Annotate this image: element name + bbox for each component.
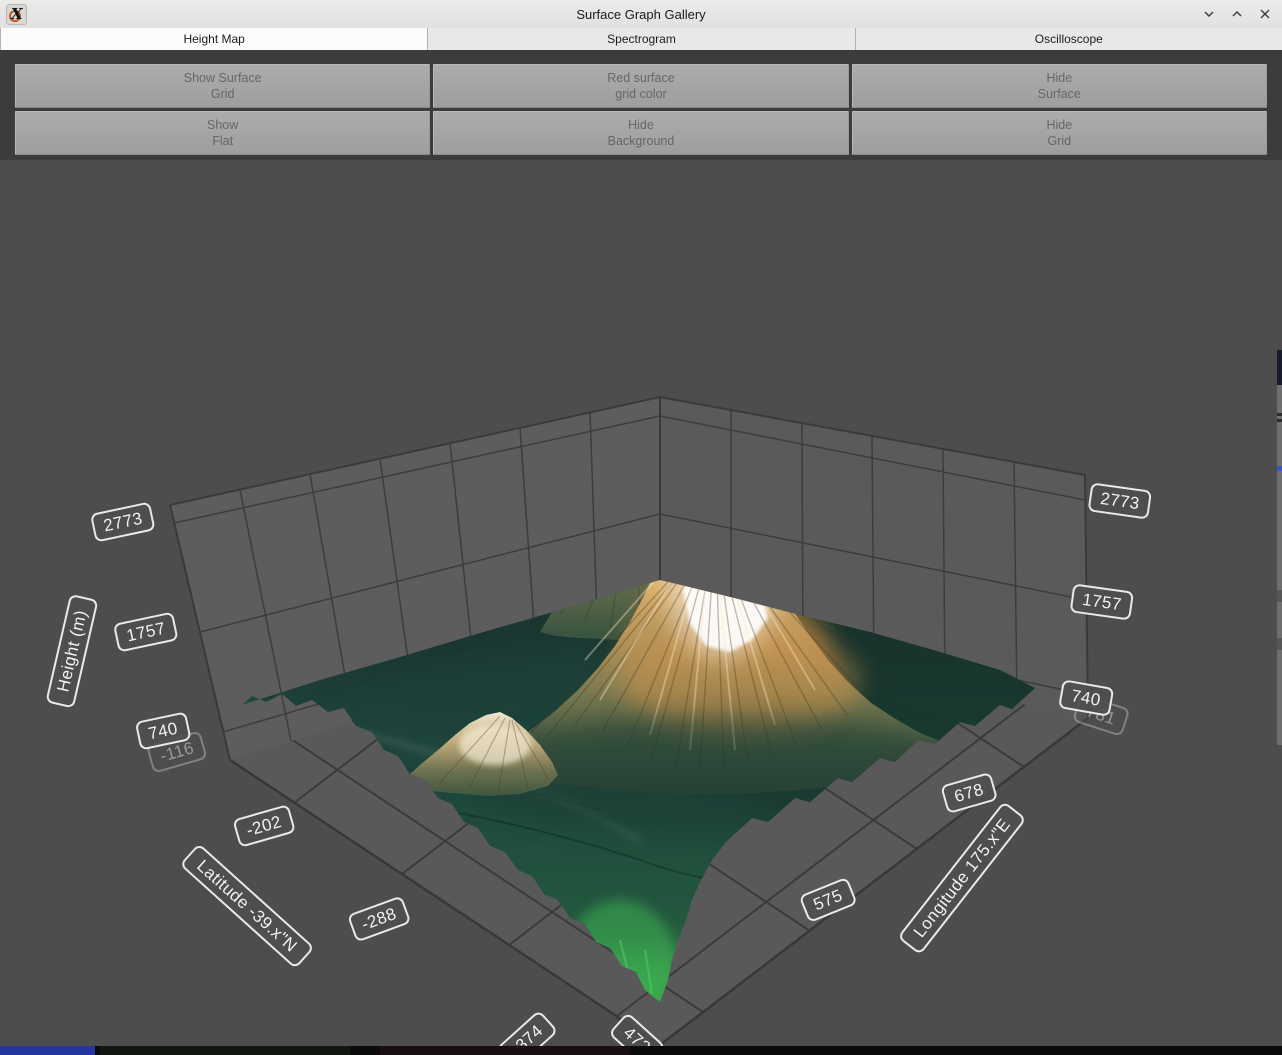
background-window-sliver [1277,350,1282,385]
taskbar-fragment [0,1046,95,1055]
close-button[interactable] [1256,5,1274,23]
background-window-sliver [1277,385,1282,745]
chevron-down-icon [1202,7,1216,21]
show-surface-grid-button[interactable]: Show Surface Grid [15,64,430,108]
tab-height-map[interactable]: Height Map [0,28,428,50]
background-window-sliver [1277,638,1282,650]
window-title: Surface Graph Gallery [0,7,1282,22]
button-label: Show Surface [184,70,262,86]
close-icon [1258,7,1272,21]
show-flat-button[interactable]: Show Flat [15,111,430,155]
hide-background-button[interactable]: Hide Background [433,111,848,155]
button-label: Hide [1046,117,1072,133]
background-window-sliver [1277,466,1282,471]
background-window-sliver [1277,413,1282,416]
button-label: Surface [1038,86,1081,102]
wallpaper-fragment [380,1046,630,1055]
maximize-button[interactable] [1228,5,1246,23]
button-label: Grid [1048,133,1072,149]
button-label: Hide [628,117,654,133]
bottom-screen-edge [0,1046,1282,1055]
wallpaper-fragment [100,1046,350,1055]
button-label: Background [608,133,675,149]
toolbar-row-2: Show Flat Hide Background Hide Grid [15,111,1267,155]
button-label: grid color [615,86,666,102]
chevron-up-icon [1230,7,1244,21]
window-controls [1200,0,1274,28]
surface-plot-view[interactable]: 2773 1757 740 Height (m) -116 -202 -288 … [0,160,1282,1046]
button-label: Grid [211,86,235,102]
tab-oscilloscope[interactable]: Oscilloscope [856,28,1282,50]
button-label: Hide [1046,70,1072,86]
tab-spectrogram[interactable]: Spectrogram [428,28,855,50]
background-window-sliver [1277,419,1282,422]
surface-grid-color-button[interactable]: Red surface grid color [433,64,848,108]
background-window-sliver [1277,590,1282,602]
button-label: Red surface [607,70,674,86]
shade-button[interactable] [1200,5,1218,23]
hide-grid-button[interactable]: Hide Grid [852,111,1267,155]
button-label: Flat [212,133,233,149]
toolbar: Show Surface Grid Red surface grid color… [0,50,1282,160]
toolbar-row-1: Show Surface Grid Red surface grid color… [15,64,1267,108]
tab-bar: Height Map Spectrogram Oscilloscope [0,28,1282,51]
button-label: Show [207,117,238,133]
window-titlebar[interactable]: X Surface Graph Gallery [0,0,1282,29]
hide-surface-button[interactable]: Hide Surface [852,64,1267,108]
